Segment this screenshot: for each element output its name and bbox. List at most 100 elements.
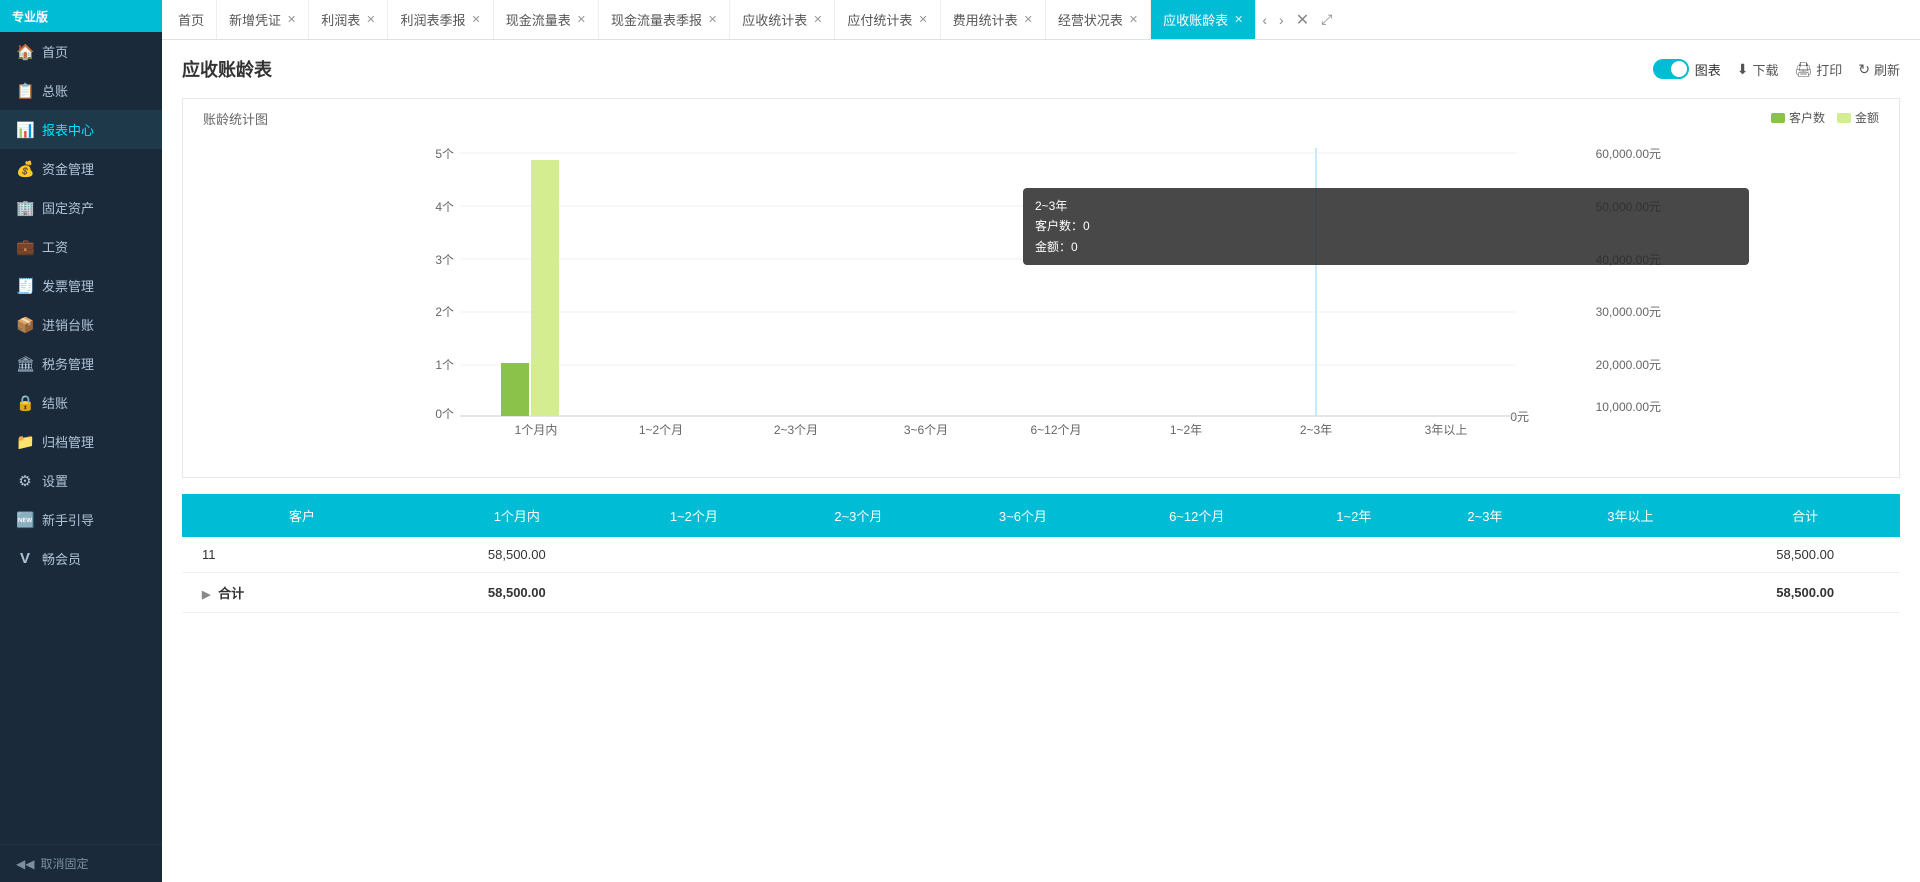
print-label: 打印 bbox=[1816, 60, 1842, 79]
cell-total: 58,500.00 bbox=[1710, 537, 1900, 573]
sidebar-item-settlement[interactable]: 🔒 结账 bbox=[0, 383, 162, 422]
sidebar-item-purchase[interactable]: 📦 进销台账 bbox=[0, 305, 162, 344]
tab-exp-close[interactable]: ✕ bbox=[1024, 13, 1033, 26]
sidebar-item-archive[interactable]: 📁 归档管理 bbox=[0, 422, 162, 461]
tab-exp-label: 费用统计表 bbox=[953, 10, 1018, 29]
chart-container: 账龄统计图 客户数 金额 5个 4个 3个 2个 bbox=[182, 98, 1900, 478]
tab-ara-close[interactable]: ✕ bbox=[1234, 13, 1243, 26]
cell-m1-2 bbox=[612, 537, 777, 573]
sidebar-item-fund[interactable]: 💰 资金管理 bbox=[0, 149, 162, 188]
tab-ars-label: 应收统计表 bbox=[742, 10, 807, 29]
download-label: 下载 bbox=[1752, 60, 1778, 79]
sidebar-item-home[interactable]: 🏠 首页 bbox=[0, 32, 162, 71]
tab-prev-button[interactable]: ‹ bbox=[1256, 8, 1273, 32]
sidebar-item-member[interactable]: V 畅会员 bbox=[0, 539, 162, 578]
refresh-label: 刷新 bbox=[1874, 60, 1900, 79]
tab-cf-close[interactable]: ✕ bbox=[577, 13, 586, 26]
sidebar-item-ledger[interactable]: 📋 总账 bbox=[0, 71, 162, 110]
toggle-track[interactable] bbox=[1653, 59, 1689, 79]
tab-pq-label: 利润表季报 bbox=[400, 10, 465, 29]
sidebar-item-salary[interactable]: 💼 工资 bbox=[0, 227, 162, 266]
tab-profit-close[interactable]: ✕ bbox=[366, 13, 375, 26]
sidebar-item-label: 报表中心 bbox=[42, 120, 94, 139]
tab-pq-close[interactable]: ✕ bbox=[472, 13, 481, 26]
tab-home[interactable]: 首页 bbox=[166, 0, 217, 40]
tab-close-all-button[interactable]: ✕ bbox=[1290, 6, 1315, 34]
sidebar-item-guide[interactable]: 🆕 新手引导 bbox=[0, 500, 162, 539]
settlement-icon: 🔒 bbox=[16, 394, 34, 412]
svg-text:40,000.00元: 40,000.00元 bbox=[1596, 253, 1661, 267]
settings-icon: ⚙ bbox=[16, 472, 34, 490]
app-logo: 专业版 bbox=[0, 0, 162, 32]
chart-title: 账龄统计图 bbox=[203, 109, 1879, 128]
col-m1-2: 1~2个月 bbox=[612, 494, 777, 537]
download-button[interactable]: ⬇ 下载 bbox=[1737, 60, 1779, 79]
toggle-label: 图表 bbox=[1695, 60, 1721, 79]
refresh-button[interactable]: ↻ 刷新 bbox=[1858, 60, 1900, 79]
tab-ar-stat[interactable]: 应收统计表 ✕ bbox=[730, 0, 835, 40]
cell-m1: 58,500.00 bbox=[422, 537, 612, 573]
tab-profit-label: 利润表 bbox=[321, 10, 360, 29]
tab-operation[interactable]: 经营状况表 ✕ bbox=[1046, 0, 1151, 40]
chart-toggle[interactable]: 图表 bbox=[1653, 59, 1721, 79]
sidebar-item-settings[interactable]: ⚙ 设置 bbox=[0, 461, 162, 500]
tab-op-close[interactable]: ✕ bbox=[1129, 13, 1138, 26]
tab-cashflow[interactable]: 现金流量表 ✕ bbox=[494, 0, 599, 40]
total-icon: ▶ bbox=[202, 589, 210, 601]
sidebar-pin-toggle[interactable]: ◀◀ 取消固定 bbox=[0, 844, 162, 882]
svg-text:1~2个月: 1~2个月 bbox=[639, 423, 683, 437]
member-icon: V bbox=[16, 550, 34, 567]
print-button[interactable]: 🖨 打印 bbox=[1794, 60, 1842, 79]
sidebar-item-label: 首页 bbox=[42, 42, 68, 61]
toolbar: 图表 ⬇ 下载 🖨 打印 ↻ 刷新 bbox=[1653, 59, 1900, 79]
toggle-thumb bbox=[1671, 61, 1687, 77]
col-y1-2: 1~2年 bbox=[1288, 494, 1419, 537]
refresh-icon: ↻ bbox=[1858, 61, 1870, 78]
tab-ars-close[interactable]: ✕ bbox=[813, 13, 822, 26]
tab-aps-close[interactable]: ✕ bbox=[918, 13, 927, 26]
tab-voucher[interactable]: 新增凭证 ✕ bbox=[217, 0, 309, 40]
sidebar-item-label: 归档管理 bbox=[42, 432, 94, 451]
sidebar-item-invoice[interactable]: 🧾 发票管理 bbox=[0, 266, 162, 305]
cell-y1-2 bbox=[1288, 537, 1419, 573]
pin-label: 取消固定 bbox=[40, 855, 88, 872]
report-icon: 📊 bbox=[16, 121, 34, 139]
col-m3-6: 3~6个月 bbox=[941, 494, 1106, 537]
total-m6-12 bbox=[1105, 573, 1288, 613]
total-label: ▶ 合计 bbox=[182, 573, 422, 613]
tab-next-button[interactable]: › bbox=[1273, 8, 1290, 32]
tab-profit-quarterly[interactable]: 利润表季报 ✕ bbox=[388, 0, 493, 40]
tab-expand-button[interactable]: ⤢ bbox=[1315, 7, 1338, 32]
tab-aps-label: 应付统计表 bbox=[847, 10, 912, 29]
sidebar-item-tax[interactable]: 🏛 税务管理 bbox=[0, 344, 162, 383]
svg-text:2~3个月: 2~3个月 bbox=[774, 423, 818, 437]
tab-expense[interactable]: 费用统计表 ✕ bbox=[941, 0, 1046, 40]
tab-bar: 首页 新增凭证 ✕ 利润表 ✕ 利润表季报 ✕ 现金流量表 ✕ 现金流量表季报 … bbox=[162, 0, 1920, 40]
sidebar-item-label: 新手引导 bbox=[42, 510, 94, 529]
fund-icon: 💰 bbox=[16, 160, 34, 178]
legend-customers: 客户数 bbox=[1771, 109, 1825, 126]
tab-cashflow-quarterly[interactable]: 现金流量表季报 ✕ bbox=[599, 0, 730, 40]
tab-profit[interactable]: 利润表 ✕ bbox=[309, 0, 388, 40]
page-header: 应收账龄表 图表 ⬇ 下载 🖨 打印 ↻ 刷新 bbox=[182, 56, 1900, 82]
svg-text:50,000.00元: 50,000.00元 bbox=[1596, 200, 1661, 214]
sidebar-item-asset[interactable]: 🏢 固定资产 bbox=[0, 188, 162, 227]
sidebar-item-report[interactable]: 📊 报表中心 bbox=[0, 110, 162, 149]
svg-text:2个: 2个 bbox=[435, 305, 454, 319]
tab-voucher-close[interactable]: ✕ bbox=[287, 13, 296, 26]
sidebar-item-label: 工资 bbox=[42, 237, 68, 256]
total-y1-2 bbox=[1288, 573, 1419, 613]
svg-text:0个: 0个 bbox=[435, 407, 454, 421]
data-table: 客户 1个月内 1~2个月 2~3个月 3~6个月 6~12个月 1~2年 2~… bbox=[182, 494, 1900, 613]
tab-cfq-close[interactable]: ✕ bbox=[708, 13, 717, 26]
col-m2-3: 2~3个月 bbox=[776, 494, 941, 537]
chart-svg: 5个 4个 3个 2个 1个 0个 60,000.00元 50,000.00元 … bbox=[203, 138, 1879, 448]
tab-ap-stat[interactable]: 应付统计表 ✕ bbox=[835, 0, 940, 40]
svg-text:1~2年: 1~2年 bbox=[1170, 423, 1202, 437]
sidebar-item-label: 税务管理 bbox=[42, 354, 94, 373]
total-m1-2 bbox=[612, 573, 777, 613]
tab-ar-aging[interactable]: 应收账龄表 ✕ bbox=[1151, 0, 1256, 40]
svg-text:30,000.00元: 30,000.00元 bbox=[1596, 305, 1661, 319]
legend-amount-color bbox=[1837, 113, 1851, 123]
tab-ara-label: 应收账龄表 bbox=[1163, 10, 1228, 29]
